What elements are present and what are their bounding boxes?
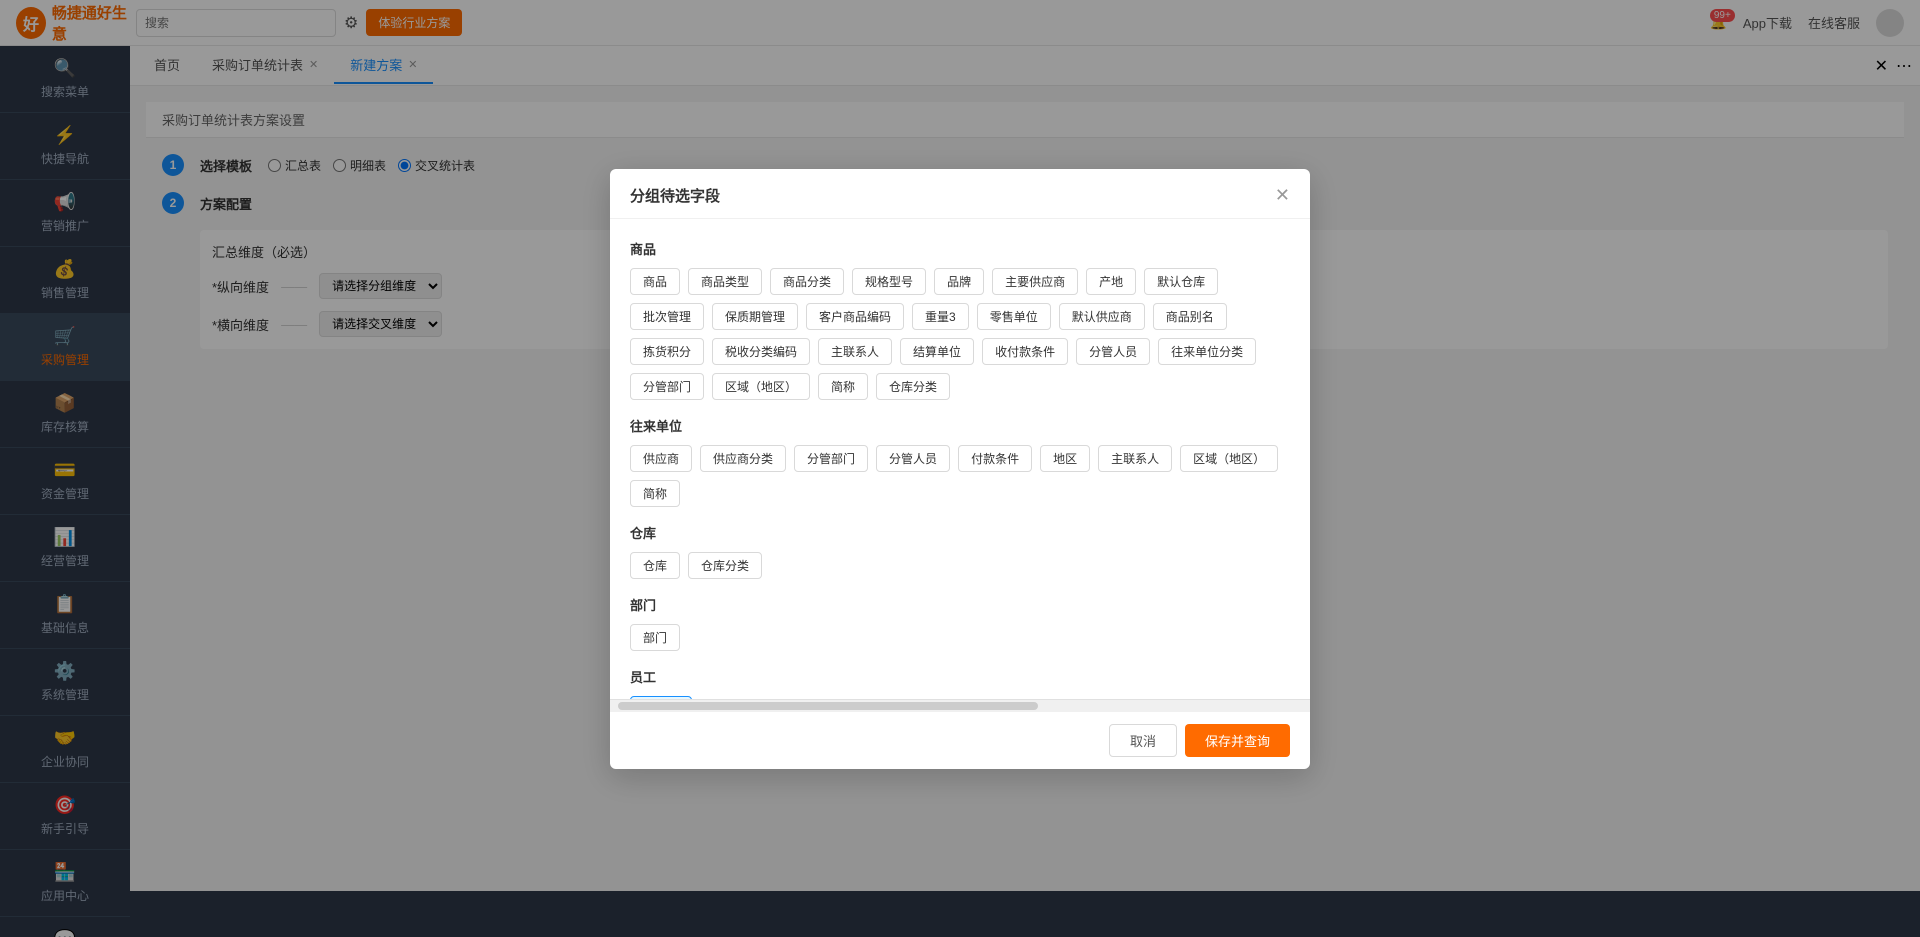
field-tax-category-code[interactable]: 税收分类编码: [712, 338, 810, 365]
field-settlement-unit[interactable]: 结算单位: [900, 338, 974, 365]
field-product[interactable]: 商品: [630, 268, 680, 295]
field-batch-mgmt[interactable]: 批次管理: [630, 303, 704, 330]
field-short-name2[interactable]: 简称: [630, 480, 680, 507]
field-area[interactable]: 地区: [1040, 445, 1090, 472]
dept-field-group: 部门: [630, 624, 1290, 651]
field-mgmt-dept[interactable]: 分管部门: [630, 373, 704, 400]
field-dept-person[interactable]: 分管人员: [876, 445, 950, 472]
warehouse-field-group: 仓库 仓库分类: [630, 552, 1290, 579]
field-product-type[interactable]: 商品类型: [688, 268, 762, 295]
field-department[interactable]: 部门: [630, 624, 680, 651]
field-spec-type[interactable]: 规格型号: [852, 268, 926, 295]
product-field-group: 商品 商品类型 商品分类 规格型号 品牌 主要供应商 产地 默认仓库 批次管理 …: [630, 268, 1290, 400]
section-partner-title: 往来单位: [630, 416, 1290, 435]
modal-confirm-button[interactable]: 保存并查询: [1185, 724, 1290, 757]
section-partner: 往来单位 供应商 供应商分类 分管部门 分管人员 付款条件 地区 主联系人 区域…: [630, 416, 1290, 507]
field-pay-terms[interactable]: 付款条件: [958, 445, 1032, 472]
section-employee: 员工 业务员: [630, 667, 1290, 699]
field-pickup-points[interactable]: 拣货积分: [630, 338, 704, 365]
modal-hscroll-thumb: [618, 702, 1038, 710]
section-dept: 部门 部门: [630, 595, 1290, 651]
field-short-name[interactable]: 简称: [818, 373, 868, 400]
field-main-supplier[interactable]: 主要供应商: [992, 268, 1078, 295]
field-supplier-category[interactable]: 供应商分类: [700, 445, 786, 472]
field-region[interactable]: 区域（地区）: [712, 373, 810, 400]
field-supplier[interactable]: 供应商: [630, 445, 692, 472]
field-wh[interactable]: 仓库: [630, 552, 680, 579]
field-warehouse-category[interactable]: 仓库分类: [876, 373, 950, 400]
section-warehouse: 仓库 仓库 仓库分类: [630, 523, 1290, 579]
field-customer-product-code[interactable]: 客户商品编码: [806, 303, 904, 330]
modal-close-button[interactable]: ✕: [1275, 185, 1290, 206]
field-main-contact[interactable]: 主联系人: [818, 338, 892, 365]
section-employee-title: 员工: [630, 667, 1290, 686]
modal-overlay: 分组待选字段 ✕ 商品 商品 商品类型 商品分类 规格型号 品牌 主要供应商 产…: [0, 0, 1920, 937]
section-product: 商品 商品 商品类型 商品分类 规格型号 品牌 主要供应商 产地 默认仓库 批次…: [630, 239, 1290, 400]
modal-header: 分组待选字段 ✕: [610, 169, 1310, 219]
field-default-warehouse[interactable]: 默认仓库: [1144, 268, 1218, 295]
section-dept-title: 部门: [630, 595, 1290, 614]
field-dept[interactable]: 分管部门: [794, 445, 868, 472]
modal-title: 分组待选字段: [630, 185, 720, 206]
modal-horizontal-scrollbar[interactable]: [610, 699, 1310, 711]
field-retail-unit[interactable]: 零售单位: [977, 303, 1051, 330]
field-origin[interactable]: 产地: [1086, 268, 1136, 295]
field-region2[interactable]: 区域（地区）: [1180, 445, 1278, 472]
partner-field-group: 供应商 供应商分类 分管部门 分管人员 付款条件 地区 主联系人 区域（地区） …: [630, 445, 1290, 507]
field-product-alias[interactable]: 商品别名: [1153, 303, 1227, 330]
field-payment-terms[interactable]: 收付款条件: [982, 338, 1068, 365]
field-weight3[interactable]: 重量3: [912, 303, 969, 330]
field-supervisor[interactable]: 分管人员: [1076, 338, 1150, 365]
field-partner-unit-category[interactable]: 往来单位分类: [1158, 338, 1256, 365]
modal-cancel-button[interactable]: 取消: [1109, 724, 1177, 757]
field-wh-category[interactable]: 仓库分类: [688, 552, 762, 579]
section-product-title: 商品: [630, 239, 1290, 258]
field-select-modal: 分组待选字段 ✕ 商品 商品 商品类型 商品分类 规格型号 品牌 主要供应商 产…: [610, 169, 1310, 769]
field-quality-mgmt[interactable]: 保质期管理: [712, 303, 798, 330]
field-brand[interactable]: 品牌: [934, 268, 984, 295]
field-product-category[interactable]: 商品分类: [770, 268, 844, 295]
section-warehouse-title: 仓库: [630, 523, 1290, 542]
field-main-contact2[interactable]: 主联系人: [1098, 445, 1172, 472]
modal-body[interactable]: 商品 商品 商品类型 商品分类 规格型号 品牌 主要供应商 产地 默认仓库 批次…: [610, 219, 1310, 699]
field-default-supplier[interactable]: 默认供应商: [1059, 303, 1145, 330]
modal-footer: 取消 保存并查询: [610, 711, 1310, 769]
